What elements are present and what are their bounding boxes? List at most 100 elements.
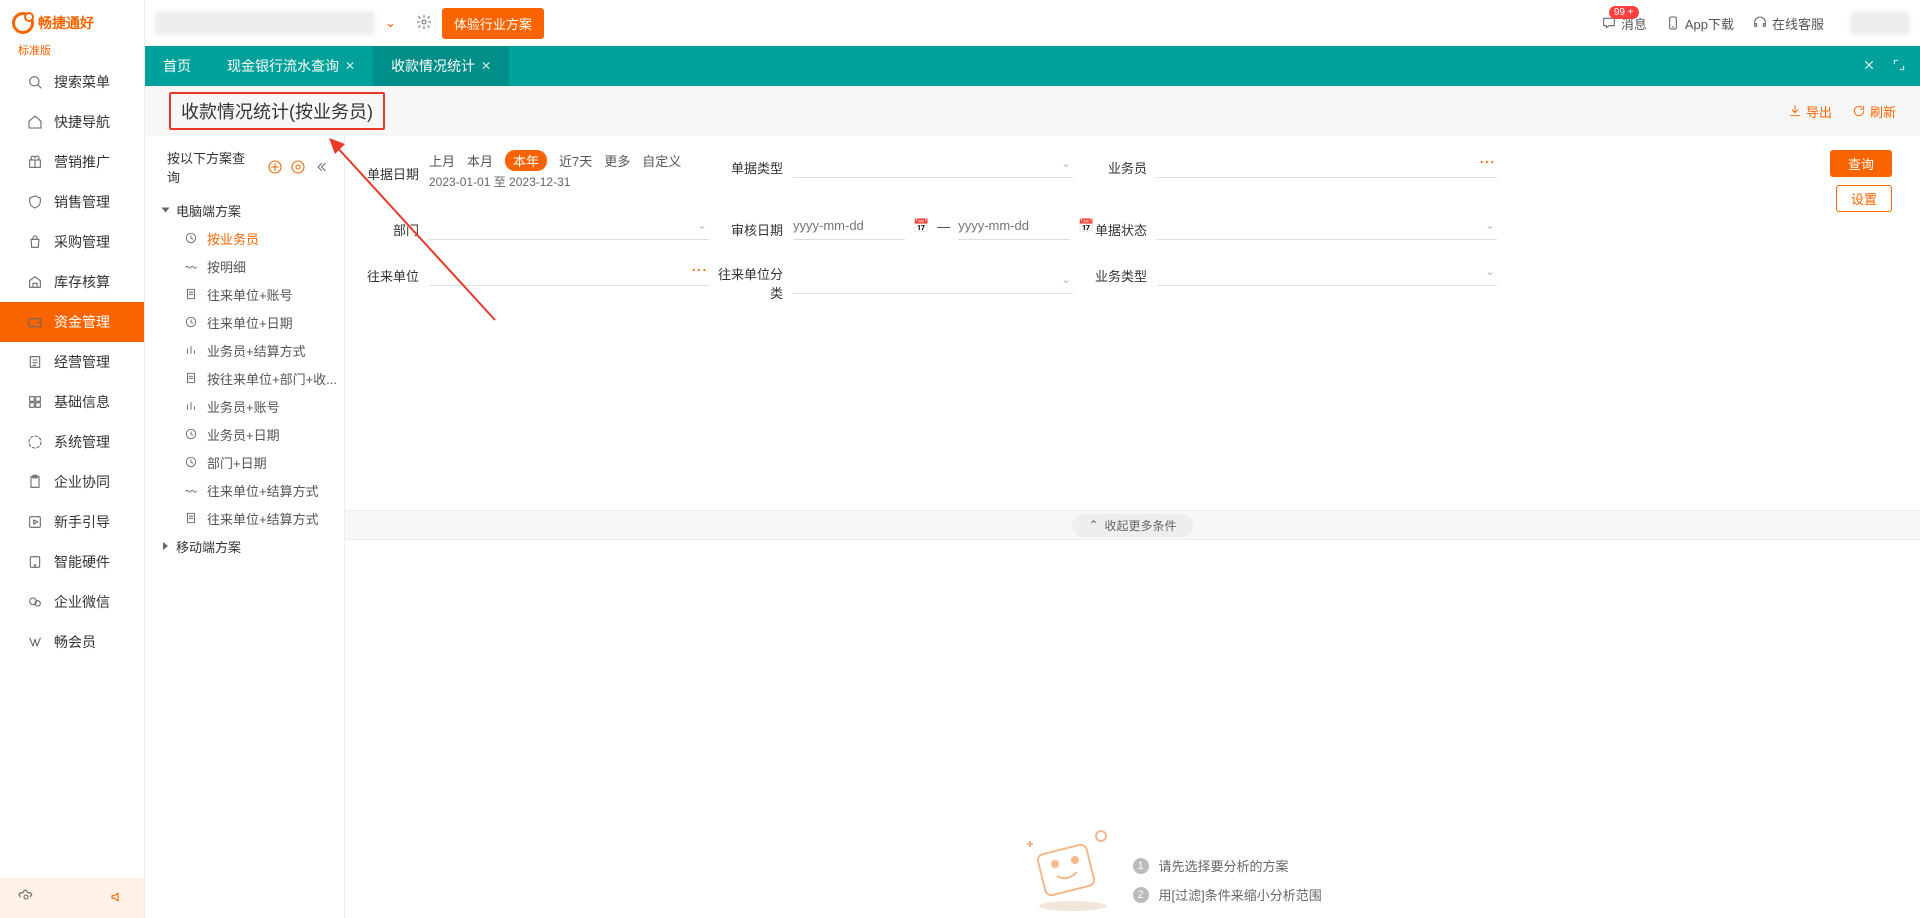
type-select[interactable] [793,150,1073,178]
chevron-down-icon: ⌄ [1061,272,1071,286]
more-icon[interactable]: ⋯ [691,264,707,278]
export-button[interactable]: 导出 [1788,102,1832,121]
wave-icon [183,482,199,498]
scheme-group-0[interactable]: 电脑端方案 [163,196,344,224]
scheme-item-0-4[interactable]: 业务员+结算方式 [183,336,344,364]
status-select[interactable] [1157,212,1497,240]
support-label: 在线客服 [1772,14,1824,33]
date-range-tabs[interactable]: 上月本月本年近7天更多自定义 [429,150,709,171]
tab-strip: 首页现金银行流水查询✕收款情况统计✕ [145,46,1920,86]
tab-expand-icon[interactable] [1892,58,1906,75]
scheme-item-0-1[interactable]: 按明细 [183,252,344,280]
logo: 畅捷通好 [0,0,144,46]
sidebar-item-2[interactable]: 营销推广 [0,142,144,182]
sidebar-item-12[interactable]: 智能硬件 [0,542,144,582]
wechat-icon [26,593,44,611]
tab-2[interactable]: 收款情况统计✕ [373,46,509,86]
scheme-item-0-7[interactable]: 业务员+日期 [183,420,344,448]
house-icon [26,273,44,291]
close-icon[interactable]: ✕ [481,59,491,73]
trial-button[interactable]: 体验行业方案 [442,8,544,39]
messages-button[interactable]: 99 + 消息 [1601,14,1647,33]
calendar-icon[interactable]: 📅 [1078,218,1094,234]
dept-select[interactable] [429,212,709,240]
support-button[interactable]: 在线客服 [1752,14,1824,33]
dept-label: 部门 [345,214,429,239]
sidebar-item-14[interactable]: 畅会员 [0,622,144,662]
scheme-item-0-8[interactable]: 部门+日期 [183,448,344,476]
refresh-button[interactable]: 刷新 [1852,102,1896,121]
filter-area: 单据日期 上月本月本年近7天更多自定义 2023-01-01 至 2023-12… [345,136,1920,918]
app-download-button[interactable]: App下载 [1665,14,1734,33]
biz-type-select[interactable] [1157,258,1497,286]
scheme-group-1[interactable]: 移动端方案 [163,532,344,560]
tab-1[interactable]: 现金银行流水查询✕ [209,46,373,86]
gear-icon[interactable] [416,14,432,33]
sidebar-item-9[interactable]: 系统管理 [0,422,144,462]
type-label: 单据类型 [709,152,793,177]
sidebar-item-5[interactable]: 库存核算 [0,262,144,302]
add-scheme-icon[interactable] [266,158,283,176]
empty-state: 1请先选择要分析的方案 2用[过滤]条件来缩小分析范围 [345,540,1920,918]
sidebar-item-4[interactable]: 采购管理 [0,222,144,262]
chevron-up-icon: ⌃ [1088,518,1098,532]
page-title-highlight: 收款情况统计(按业务员) [169,92,385,130]
speaker-icon[interactable] [110,889,126,908]
sidebar-item-6[interactable]: 资金管理 [0,302,144,342]
date-label: 单据日期 [345,158,429,183]
date-range-text: 2023-01-01 至 2023-12-31 [429,173,709,190]
close-icon[interactable]: ✕ [345,59,355,73]
collapse-panel-icon[interactable] [313,158,330,176]
tab-0[interactable]: 首页 [145,46,209,86]
partner-select[interactable] [429,258,709,286]
sidebar-item-8[interactable]: 基础信息 [0,382,144,422]
sidebar-item-11[interactable]: 新手引导 [0,502,144,542]
report-icon [26,353,44,371]
scheme-title: 按以下方案查询 [167,148,254,186]
date-tab[interactable]: 自定义 [642,151,681,170]
org-selector[interactable] [155,11,375,35]
date-tab[interactable]: 更多 [604,151,630,170]
scheme-item-0-2[interactable]: 往来单位+账号 [183,280,344,308]
calendar-icon[interactable]: 📅 [913,218,929,234]
clipboard-icon [26,473,44,491]
sidebar-item-13[interactable]: 企业微信 [0,582,144,622]
scheme-item-0-5[interactable]: 按往来单位+部门+收... [183,364,344,392]
robot-illustration [1013,814,1123,914]
sidebar-item-0[interactable]: 搜索菜单 [0,62,144,102]
scheme-item-0-3[interactable]: 往来单位+日期 [183,308,344,336]
settings-button[interactable]: 设置 [1836,185,1892,212]
clock-icon [183,426,199,442]
sidebar-item-7[interactable]: 经营管理 [0,342,144,382]
sales-label: 业务员 [1073,152,1157,177]
settings-icon[interactable] [18,889,34,908]
partner-cat-select[interactable] [793,266,1073,294]
vip-icon [26,633,44,651]
scheme-settings-icon[interactable] [289,158,306,176]
sidebar-item-1[interactable]: 快捷导航 [0,102,144,142]
scheme-item-0-10[interactable]: 往来单位+结算方式 [183,504,344,532]
audit-date-to[interactable] [958,212,1070,240]
avatar[interactable] [1850,11,1910,35]
chevron-down-icon: ⌄ [1485,264,1495,278]
sidebar-item-10[interactable]: 企业协同 [0,462,144,502]
scheme-item-0-6[interactable]: 业务员+账号 [183,392,344,420]
clock-icon [183,314,199,330]
query-button[interactable]: 查询 [1830,150,1892,177]
tab-close-icon[interactable] [1862,58,1876,75]
sales-select[interactable] [1157,150,1497,178]
biz-type-label: 业务类型 [1073,260,1157,285]
date-tab[interactable]: 本月 [467,151,493,170]
date-tab[interactable]: 上月 [429,151,455,170]
scheme-item-0-9[interactable]: 往来单位+结算方式 [183,476,344,504]
sidebar-item-3[interactable]: 销售管理 [0,182,144,222]
more-icon[interactable]: ⋯ [1479,156,1495,170]
grid-icon [26,393,44,411]
scheme-item-0-0[interactable]: 按业务员 [183,224,344,252]
collapse-filters-button[interactable]: ⌃ 收起更多条件 [1072,514,1192,537]
audit-date-from[interactable] [793,212,905,240]
chevron-down-icon: ⌄ [1485,218,1495,232]
date-tab[interactable]: 近7天 [559,151,592,170]
chevron-down-icon[interactable]: ⌄ [385,15,396,31]
date-tab[interactable]: 本年 [505,150,547,171]
